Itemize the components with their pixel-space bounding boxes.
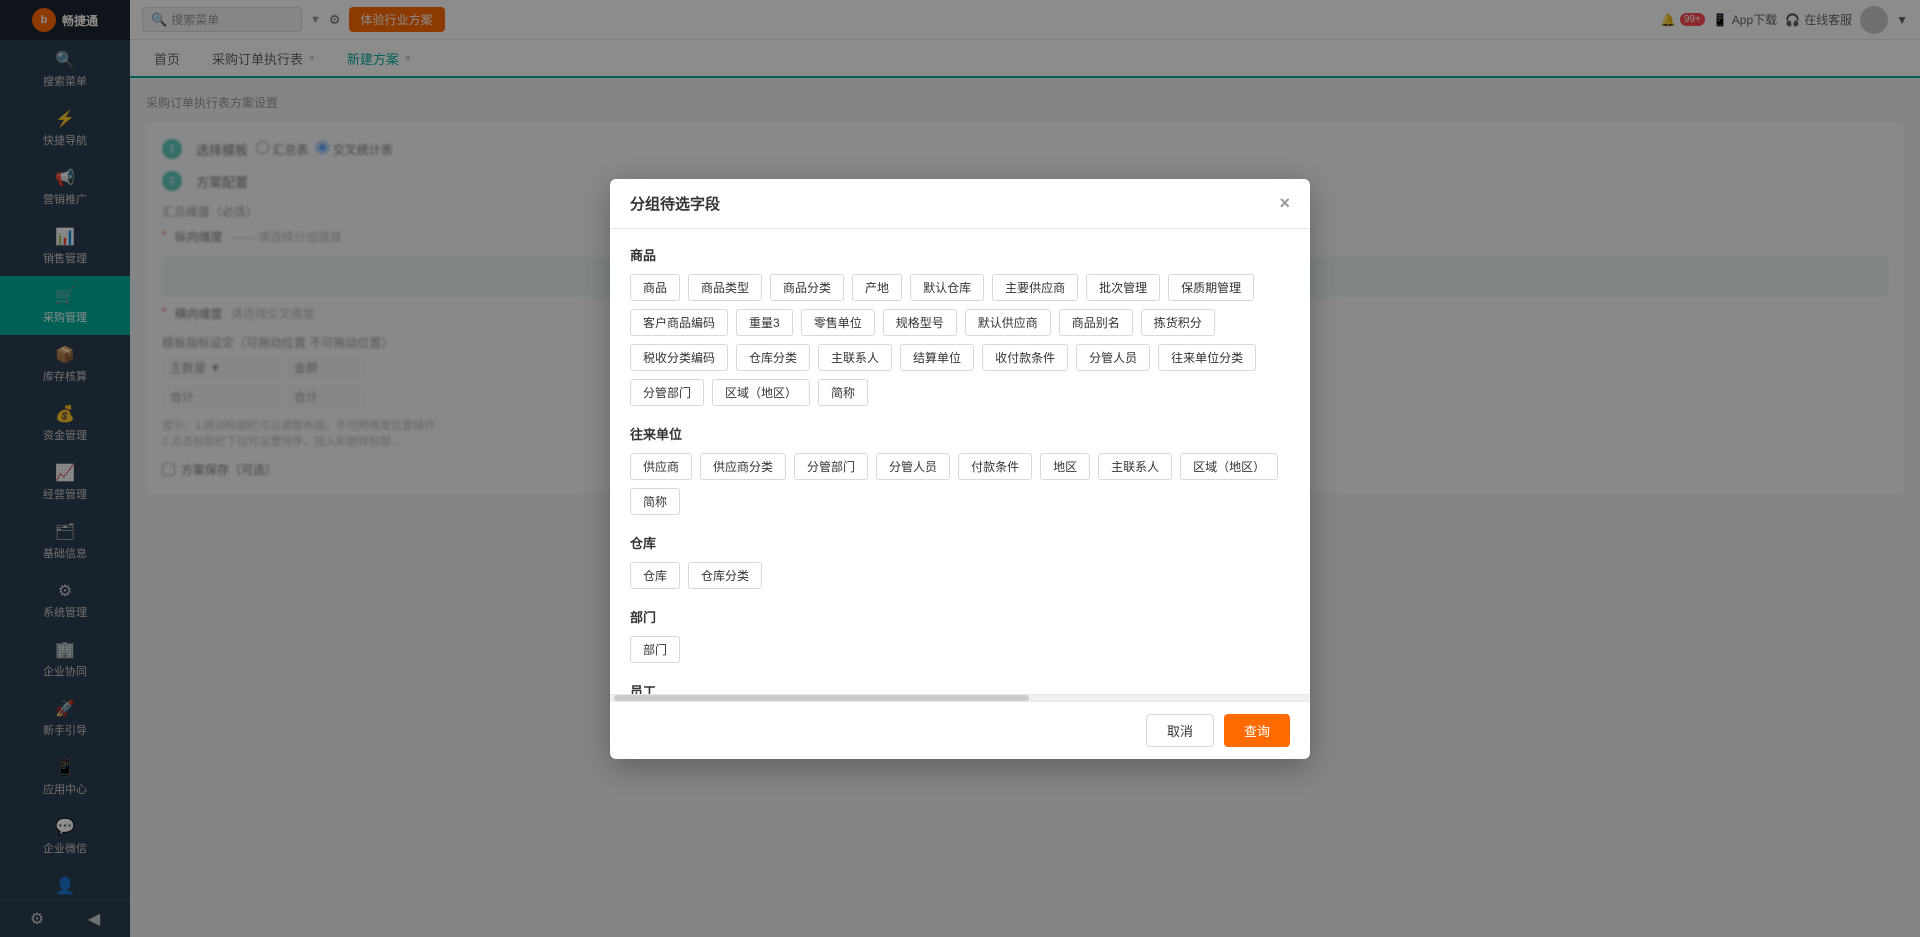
- field-tag[interactable]: 供应商: [630, 453, 692, 480]
- field-tag[interactable]: 地区: [1040, 453, 1090, 480]
- field-tag[interactable]: 主要供应商: [992, 274, 1078, 301]
- section-title-product: 商品: [630, 245, 1290, 264]
- modal-header: 分组待选字段 ×: [610, 179, 1310, 229]
- modal-footer: 取消 查询: [610, 701, 1310, 759]
- field-tag[interactable]: 客户商品编码: [630, 309, 728, 336]
- modal-title: 分组待选字段: [630, 193, 720, 214]
- section-title-department: 部门: [630, 607, 1290, 626]
- field-tag[interactable]: 简称: [818, 379, 868, 406]
- field-tag[interactable]: 部门: [630, 636, 680, 663]
- field-tag[interactable]: 批次管理: [1086, 274, 1160, 301]
- modal-close-btn[interactable]: ×: [1279, 193, 1290, 214]
- field-tag[interactable]: 简称: [630, 488, 680, 515]
- modal-overlay: 分组待选字段 × 商品商品商品类型商品分类产地默认仓库主要供应商批次管理保质期管…: [0, 0, 1920, 937]
- field-tag[interactable]: 分管人员: [1076, 344, 1150, 371]
- field-tag[interactable]: 零售单位: [801, 309, 875, 336]
- field-tag[interactable]: 商品类型: [688, 274, 762, 301]
- field-tag[interactable]: 默认仓库: [910, 274, 984, 301]
- field-tags-warehouse: 仓库仓库分类: [630, 562, 1290, 589]
- field-tag[interactable]: 仓库分类: [688, 562, 762, 589]
- field-section-warehouse: 仓库仓库仓库分类: [630, 533, 1290, 589]
- field-tag[interactable]: 供应商分类: [700, 453, 786, 480]
- field-section-product: 商品商品商品类型商品分类产地默认仓库主要供应商批次管理保质期管理客户商品编码重量…: [630, 245, 1290, 406]
- field-tag[interactable]: 仓库: [630, 562, 680, 589]
- field-section-department: 部门部门: [630, 607, 1290, 663]
- field-tag[interactable]: 规格型号: [883, 309, 957, 336]
- field-tags-partner: 供应商供应商分类分管部门分管人员付款条件地区主联系人区域（地区） 简称: [630, 453, 1290, 515]
- modal-hscroll: [610, 694, 1310, 701]
- field-tag[interactable]: 主联系人: [818, 344, 892, 371]
- field-tag[interactable]: 分管部门: [630, 379, 704, 406]
- field-tag[interactable]: 区域（地区）: [712, 379, 810, 406]
- field-tag[interactable]: 产地: [852, 274, 902, 301]
- field-tag[interactable]: 默认供应商: [965, 309, 1051, 336]
- field-tag[interactable]: 区域（地区）: [1180, 453, 1278, 480]
- field-section-partner: 往来单位供应商供应商分类分管部门分管人员付款条件地区主联系人区域（地区） 简称: [630, 424, 1290, 515]
- field-tag[interactable]: 重量3: [736, 309, 793, 336]
- field-tags-department: 部门: [630, 636, 1290, 663]
- field-tag[interactable]: 分管部门: [794, 453, 868, 480]
- cancel-button[interactable]: 取消: [1146, 714, 1214, 747]
- field-tag[interactable]: 分管人员: [876, 453, 950, 480]
- field-tag[interactable]: 收付款条件: [982, 344, 1068, 371]
- field-tag[interactable]: 拣货积分: [1141, 309, 1215, 336]
- field-tag[interactable]: 商品分类: [770, 274, 844, 301]
- field-tag[interactable]: 付款条件: [958, 453, 1032, 480]
- modal-body: 商品商品商品类型商品分类产地默认仓库主要供应商批次管理保质期管理客户商品编码重量…: [610, 229, 1310, 694]
- field-tag[interactable]: 仓库分类: [736, 344, 810, 371]
- field-tag[interactable]: 商品别名: [1059, 309, 1133, 336]
- field-tag[interactable]: 往来单位分类: [1158, 344, 1256, 371]
- field-tags-product: 商品商品类型商品分类产地默认仓库主要供应商批次管理保质期管理客户商品编码重量3 零…: [630, 274, 1290, 406]
- confirm-button[interactable]: 查询: [1224, 714, 1290, 747]
- field-tag[interactable]: 保质期管理: [1168, 274, 1254, 301]
- field-tag[interactable]: 商品: [630, 274, 680, 301]
- section-title-warehouse: 仓库: [630, 533, 1290, 552]
- field-tag[interactable]: 税收分类编码: [630, 344, 728, 371]
- field-tag[interactable]: 主联系人: [1098, 453, 1172, 480]
- field-section-employee: 员工业务员: [630, 681, 1290, 694]
- section-title-employee: 员工: [630, 681, 1290, 694]
- field-tag[interactable]: 结算单位: [900, 344, 974, 371]
- section-title-partner: 往来单位: [630, 424, 1290, 443]
- modal: 分组待选字段 × 商品商品商品类型商品分类产地默认仓库主要供应商批次管理保质期管…: [610, 179, 1310, 759]
